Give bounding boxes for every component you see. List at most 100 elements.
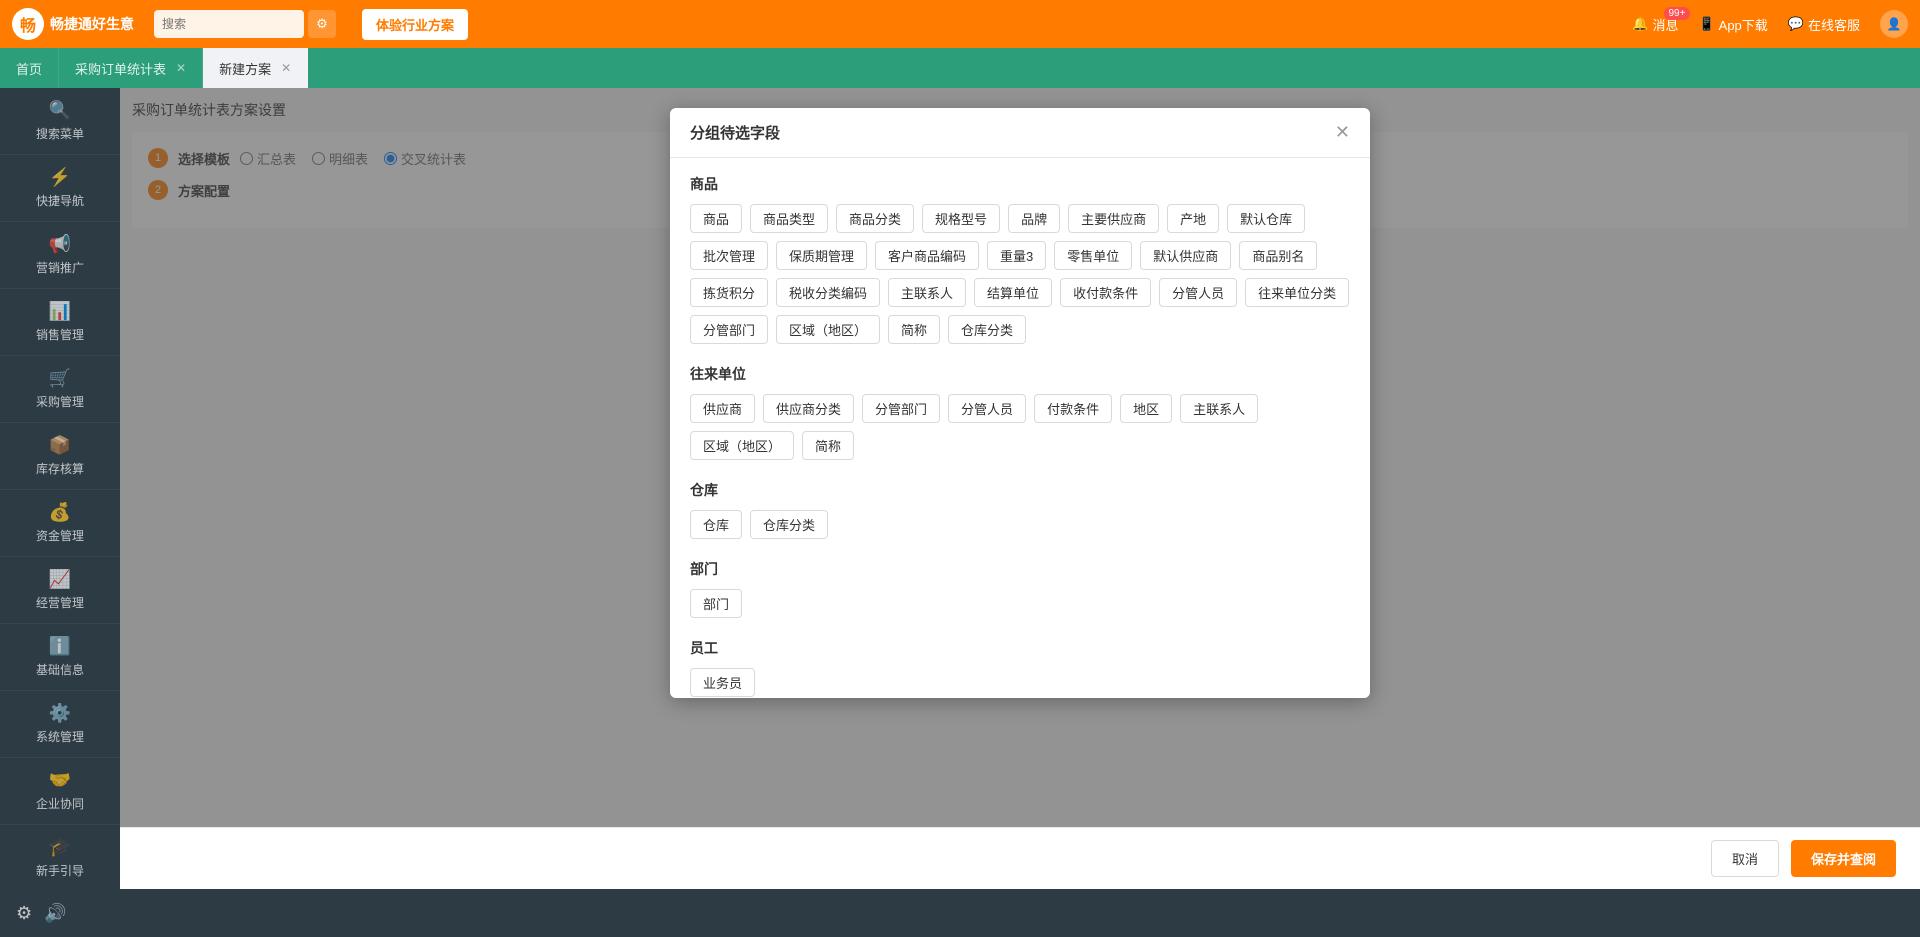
tab-home[interactable]: 首页 — [0, 48, 59, 88]
sidebar-item-guide-label: 新手引导 — [36, 862, 84, 879]
employee-field-tags: 业务员 — [690, 668, 1350, 697]
avatar[interactable]: 👤 — [1880, 10, 1908, 38]
chart-icon: 📊 — [49, 301, 71, 322]
field-tag[interactable]: 业务员 — [690, 668, 755, 697]
section-warehouse: 仓库 仓库 仓库分类 — [690, 480, 1350, 539]
audio-icon[interactable]: 🔊 — [44, 903, 66, 924]
field-tag[interactable]: 付款条件 — [1034, 394, 1112, 423]
field-tag[interactable]: 供应商 — [690, 394, 755, 423]
bell-icon: 🔔 — [1632, 16, 1648, 32]
confirm-button[interactable]: 保存并查阅 — [1791, 840, 1896, 877]
field-tag[interactable]: 商品分类 — [836, 204, 914, 233]
department-field-tags: 部门 — [690, 589, 1350, 618]
field-tag[interactable]: 拣货积分 — [690, 278, 768, 307]
field-tag[interactable]: 简称 — [888, 315, 940, 344]
search-input[interactable] — [154, 10, 304, 38]
field-tag[interactable]: 分管人员 — [948, 394, 1026, 423]
field-tag[interactable]: 仓库 — [690, 510, 742, 539]
dialog-header: 分组待选字段 ✕ — [670, 108, 1370, 158]
field-tag[interactable]: 区域（地区） — [690, 431, 794, 460]
sidebar-item-sales[interactable]: 📊 销售管理 — [0, 289, 120, 356]
field-tag[interactable]: 重量3 — [987, 241, 1046, 270]
experience-button[interactable]: 体验行业方案 — [362, 9, 468, 40]
lightning-icon: ⚡ — [49, 167, 71, 188]
tab-new-plan[interactable]: 新建方案 ✕ — [203, 48, 308, 88]
dialog-body: 商品 商品 商品类型 商品分类 规格型号 品牌 主要供应商 产地 默认仓库 批次… — [670, 158, 1370, 698]
field-tag[interactable]: 地区 — [1120, 394, 1172, 423]
field-tag[interactable]: 分管部门 — [690, 315, 768, 344]
sidebar-item-marketing[interactable]: 📢 营销推广 — [0, 222, 120, 289]
handshake-icon: 🤝 — [49, 770, 71, 791]
guide-icon: 🎓 — [49, 837, 71, 858]
app-download-item[interactable]: 📱 App下载 — [1698, 15, 1767, 34]
section-counterparty: 往来单位 供应商 供应商分类 分管部门 分管人员 付款条件 地区 主联系人 区域… — [690, 364, 1350, 460]
top-header: 畅 畅捷通好生意 ⚙ 体验行业方案 🔔 消息 99+ 📱 App下载 💬 在线客… — [0, 0, 1920, 48]
field-tag[interactable]: 零售单位 — [1054, 241, 1132, 270]
sidebar-item-basic-info[interactable]: ℹ️ 基础信息 — [0, 624, 120, 691]
tab-new-plan-label: 新建方案 — [219, 59, 271, 78]
field-tag[interactable]: 默认供应商 — [1140, 241, 1231, 270]
field-tag[interactable]: 客户商品编码 — [875, 241, 979, 270]
field-tag[interactable]: 区域（地区） — [776, 315, 880, 344]
field-tag[interactable]: 分管部门 — [862, 394, 940, 423]
tab-new-plan-close[interactable]: ✕ — [281, 61, 291, 75]
cancel-button[interactable]: 取消 — [1711, 840, 1779, 877]
field-select-dialog: 分组待选字段 ✕ 商品 商品 商品类型 商品分类 规格型号 品牌 主要供应商 产… — [670, 108, 1370, 698]
field-tag[interactable]: 产地 — [1167, 204, 1219, 233]
notification-badge: 99+ — [1664, 7, 1691, 20]
notification-item[interactable]: 🔔 消息 99+ — [1632, 15, 1678, 34]
section-product-title: 商品 — [690, 174, 1350, 194]
sidebar-item-collab[interactable]: 🤝 企业协同 — [0, 758, 120, 825]
field-tag[interactable]: 供应商分类 — [763, 394, 854, 423]
sidebar-item-quick-nav[interactable]: ⚡ 快捷导航 — [0, 155, 120, 222]
tab-purchase-stats-close[interactable]: ✕ — [176, 61, 186, 75]
field-tag[interactable]: 简称 — [802, 431, 854, 460]
field-tag[interactable]: 默认仓库 — [1227, 204, 1305, 233]
sidebar-item-guide[interactable]: 🎓 新手引导 — [0, 825, 120, 889]
field-tag[interactable]: 主要供应商 — [1068, 204, 1159, 233]
field-tag[interactable]: 仓库分类 — [948, 315, 1026, 344]
field-tag[interactable]: 商品类型 — [750, 204, 828, 233]
sidebar-item-inventory[interactable]: 📦 库存核算 — [0, 423, 120, 490]
gear-icon[interactable]: ⚙ — [308, 10, 336, 38]
field-tag[interactable]: 保质期管理 — [776, 241, 867, 270]
field-tag[interactable]: 品牌 — [1008, 204, 1060, 233]
field-tag[interactable]: 商品别名 — [1239, 241, 1317, 270]
bottom-left: ⚙ 🔊 — [16, 903, 67, 924]
sidebar-item-system-label: 系统管理 — [36, 728, 84, 745]
field-tag[interactable]: 批次管理 — [690, 241, 768, 270]
field-tag[interactable]: 往来单位分类 — [1245, 278, 1349, 307]
field-tag[interactable]: 商品 — [690, 204, 742, 233]
field-tag[interactable]: 仓库分类 — [750, 510, 828, 539]
logo-area: 畅 畅捷通好生意 — [12, 8, 134, 40]
field-tag[interactable]: 主联系人 — [888, 278, 966, 307]
section-counterparty-title: 往来单位 — [690, 364, 1350, 384]
section-department: 部门 部门 — [690, 559, 1350, 618]
field-tag[interactable]: 部门 — [690, 589, 742, 618]
field-tag[interactable]: 主联系人 — [1180, 394, 1258, 423]
sidebar-item-search-label: 搜索菜单 — [36, 125, 84, 142]
tab-home-label: 首页 — [16, 59, 42, 78]
sidebar-item-operations-label: 经营管理 — [36, 594, 84, 611]
sidebar-item-system[interactable]: ⚙️ 系统管理 — [0, 691, 120, 758]
sidebar-item-operations[interactable]: 📈 经营管理 — [0, 557, 120, 624]
sidebar-item-finance[interactable]: 💰 资金管理 — [0, 490, 120, 557]
tab-purchase-stats[interactable]: 采购订单统计表 ✕ — [59, 48, 203, 88]
settings-icon[interactable]: ⚙ — [16, 903, 32, 924]
header-search-area: ⚙ — [154, 10, 354, 38]
online-service-item[interactable]: 💬 在线客服 — [1788, 15, 1860, 34]
logo-icon: 畅 — [12, 8, 44, 40]
sidebar-item-purchase[interactable]: 🛒 采购管理 — [0, 356, 120, 423]
field-tag[interactable]: 规格型号 — [922, 204, 1000, 233]
field-tag[interactable]: 税收分类编码 — [776, 278, 880, 307]
dialog-close-icon[interactable]: ✕ — [1335, 122, 1350, 143]
megaphone-icon: 📢 — [49, 234, 71, 255]
trend-icon: 📈 — [49, 569, 71, 590]
field-tag[interactable]: 结算单位 — [974, 278, 1052, 307]
system-icon: ⚙️ — [49, 703, 71, 724]
sidebar-item-search[interactable]: 🔍 搜索菜单 — [0, 88, 120, 155]
money-icon: 💰 — [49, 502, 71, 523]
field-tag[interactable]: 收付款条件 — [1060, 278, 1151, 307]
section-warehouse-title: 仓库 — [690, 480, 1350, 500]
field-tag[interactable]: 分管人员 — [1159, 278, 1237, 307]
